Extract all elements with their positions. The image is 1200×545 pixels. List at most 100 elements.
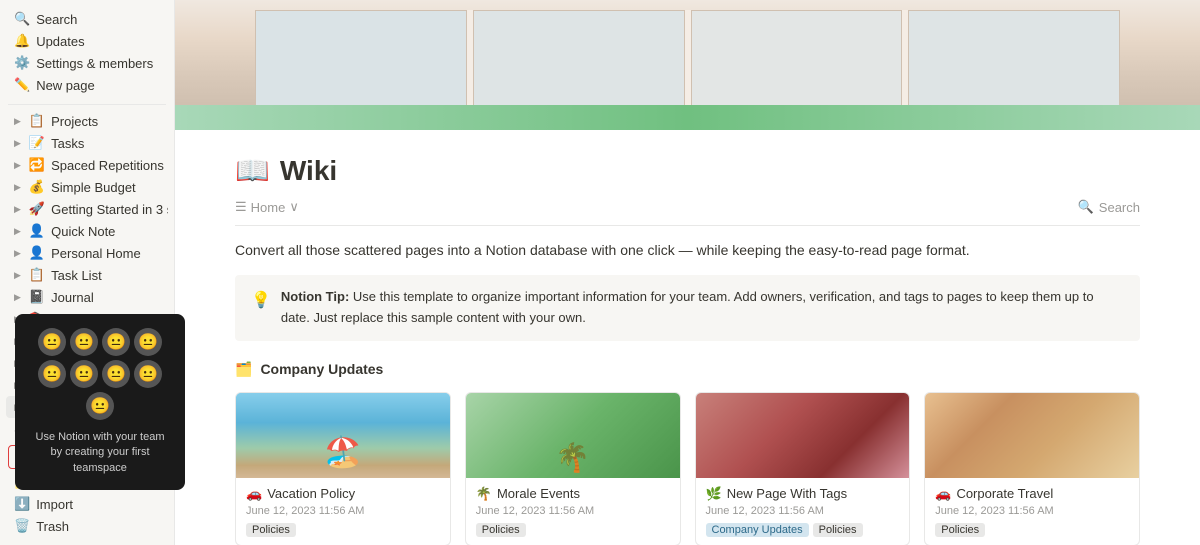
sidebar-item-settings[interactable]: ⚙️ Settings & members [6, 52, 168, 74]
chevron-icon: ▶ [14, 204, 21, 215]
search-label: Search [1099, 200, 1140, 215]
avatar: 😐 [134, 360, 162, 388]
sidebar-item-trash[interactable]: 🗑️ Trash [6, 515, 168, 537]
card-tags-vacation: Policies [246, 523, 440, 537]
sidebar-item-search[interactable]: 🔍 Search [6, 8, 168, 30]
avatar: 😐 [134, 328, 162, 356]
settings-icon: ⚙️ [14, 55, 30, 71]
chevron-icon: ▶ [14, 248, 21, 259]
chevron-icon: ▶ [14, 292, 21, 303]
chevron-icon: ▶ [14, 182, 21, 193]
tag-company-updates: Company Updates [706, 523, 809, 537]
tasks-icon: 📝 [29, 135, 45, 151]
chevron-icon: ▶ [14, 138, 21, 149]
tag: Policies [476, 523, 526, 537]
page-content-area: 📖 Wiki ☰ Home ∨ 🔍 Search Convert all tho… [175, 130, 1200, 545]
task-list-icon: 📋 [29, 267, 45, 283]
card-date-newpage: June 12, 2023 11:56 AM [706, 505, 900, 517]
chevron-icon: ▶ [14, 226, 21, 237]
tag-policies: Policies [813, 523, 863, 537]
card-title-corporate: 🚗 Corporate Travel [935, 486, 1129, 502]
card-tags-newpage: Company Updates Policies [706, 523, 900, 537]
card-date-corporate: June 12, 2023 11:56 AM [935, 505, 1129, 517]
sidebar-item-task-list[interactable]: ▶ 📋 Task List [6, 264, 168, 286]
avatar: 😐 [102, 360, 130, 388]
breadcrumb-bar: ☰ Home ∨ 🔍 Search [235, 195, 1140, 226]
tooltip-text: Use Notion with your team by creating yo… [29, 430, 171, 476]
page-header: 📖 Wiki [235, 130, 1140, 195]
breadcrumb-search[interactable]: 🔍 Search [1078, 199, 1140, 215]
sidebar-item-updates[interactable]: 🔔 Updates [6, 30, 168, 52]
page-icon: 📖 [235, 154, 270, 187]
sidebar-item-import[interactable]: ⬇️ Import [6, 493, 168, 515]
import-icon: ⬇️ [14, 496, 30, 512]
cover-image [175, 0, 1200, 130]
chevron-icon: ▶ [14, 160, 21, 171]
card-morale-events[interactable]: 🌴 🌴 Morale Events June 12, 2023 11:56 AM… [465, 392, 681, 545]
breadcrumb-icon: ☰ [235, 199, 247, 215]
sidebar-item-new-page[interactable]: ✏️ New page [6, 74, 168, 96]
chevron-icon: ▶ [14, 270, 21, 281]
card-body-morale: 🌴 Morale Events June 12, 2023 11:56 AM P… [466, 478, 680, 545]
card-emoji: 🌴 [476, 486, 492, 502]
card-emoji: 🚗 [935, 486, 951, 502]
avatar: 😐 [70, 328, 98, 356]
avatar: 😐 [38, 360, 66, 388]
personal-home-icon: 👤 [29, 245, 45, 261]
sidebar-item-journal[interactable]: ▶ 📓 Journal [6, 286, 168, 308]
avatar-group: 😐 😐 😐 😐 😐 😐 😐 😐 😐 [29, 328, 171, 420]
tip-icon: 💡 [251, 288, 271, 329]
avatar: 😐 [70, 360, 98, 388]
chevron-icon: ▶ [14, 116, 21, 127]
card-new-page-tags[interactable]: 🌿 New Page With Tags June 12, 2023 11:56… [695, 392, 911, 545]
breadcrumb[interactable]: ☰ Home ∨ [235, 199, 299, 215]
card-date-vacation: June 12, 2023 11:56 AM [246, 505, 440, 517]
tip-text: Use this template to organize important … [281, 289, 1094, 325]
trash-icon: 🗑️ [14, 518, 30, 534]
section-icon: 🗂️ [235, 361, 252, 378]
tip-bold: Notion Tip: [281, 289, 349, 304]
page-title: Wiki [280, 155, 337, 187]
card-body-newpage: 🌿 New Page With Tags June 12, 2023 11:56… [696, 478, 910, 545]
journal-icon: 📓 [29, 289, 45, 305]
tag: Policies [246, 523, 296, 537]
sidebar-item-quick-note[interactable]: ▶ 👤 Quick Note [6, 220, 168, 242]
card-body-vacation: 🚗 Vacation Policy June 12, 2023 11:56 AM… [236, 478, 450, 545]
section-title: Company Updates [260, 361, 383, 377]
card-vacation-policy[interactable]: 🏖️ 🚗 Vacation Policy June 12, 2023 11:56… [235, 392, 451, 545]
create-teamspace-tooltip: 😐 😐 😐 😐 😐 😐 😐 😐 😐 Use Notion with your t… [15, 314, 185, 490]
card-image-vacation: 🏖️ [236, 393, 450, 478]
spaced-rep-icon: 🔁 [29, 157, 45, 173]
sidebar-item-tasks[interactable]: ▶ 📝 Tasks [6, 132, 168, 154]
new-page-icon: ✏️ [14, 77, 30, 93]
sidebar-item-personal-home[interactable]: ▶ 👤 Personal Home [6, 242, 168, 264]
avatar: 😐 [102, 328, 130, 356]
sidebar-item-simple-budget[interactable]: ▶ 💰 Simple Budget [6, 176, 168, 198]
card-image-morale: 🌴 [466, 393, 680, 478]
sidebar-item-projects[interactable]: ▶ 📋 Projects [6, 110, 168, 132]
tip-box: 💡 Notion Tip: Use this template to organ… [235, 275, 1140, 341]
card-corporate-travel[interactable]: 🚗 Corporate Travel June 12, 2023 11:56 A… [924, 392, 1140, 545]
card-title-morale: 🌴 Morale Events [476, 486, 670, 502]
card-emoji: 🌿 [706, 486, 722, 502]
page-description: Convert all those scattered pages into a… [235, 240, 1140, 261]
card-tags-corporate: Policies [935, 523, 1129, 537]
projects-icon: 📋 [29, 113, 45, 129]
card-body-corporate: 🚗 Corporate Travel June 12, 2023 11:56 A… [925, 478, 1139, 545]
sidebar-item-getting-started[interactable]: ▶ 🚀 Getting Started in 3 ste... [6, 198, 168, 220]
search-icon: 🔍 [1078, 199, 1094, 215]
avatar: 😐 [38, 328, 66, 356]
card-title-vacation: 🚗 Vacation Policy [246, 486, 440, 502]
sidebar-item-spaced-rep[interactable]: ▶ 🔁 Spaced Repetitions [6, 154, 168, 176]
avatar: 😐 [86, 392, 114, 420]
tip-content: Notion Tip: Use this template to organiz… [281, 287, 1124, 329]
card-image-corporate [925, 393, 1139, 478]
section-header-company-updates: 🗂️ Company Updates [235, 361, 1140, 378]
search-icon: 🔍 [14, 11, 30, 27]
main-content: 📖 Wiki ☰ Home ∨ 🔍 Search Convert all tho… [175, 0, 1200, 545]
tag: Policies [935, 523, 985, 537]
breadcrumb-text: Home [251, 200, 286, 215]
updates-icon: 🔔 [14, 33, 30, 49]
card-title-newpage: 🌿 New Page With Tags [706, 486, 900, 502]
cards-grid: 🏖️ 🚗 Vacation Policy June 12, 2023 11:56… [235, 392, 1140, 545]
